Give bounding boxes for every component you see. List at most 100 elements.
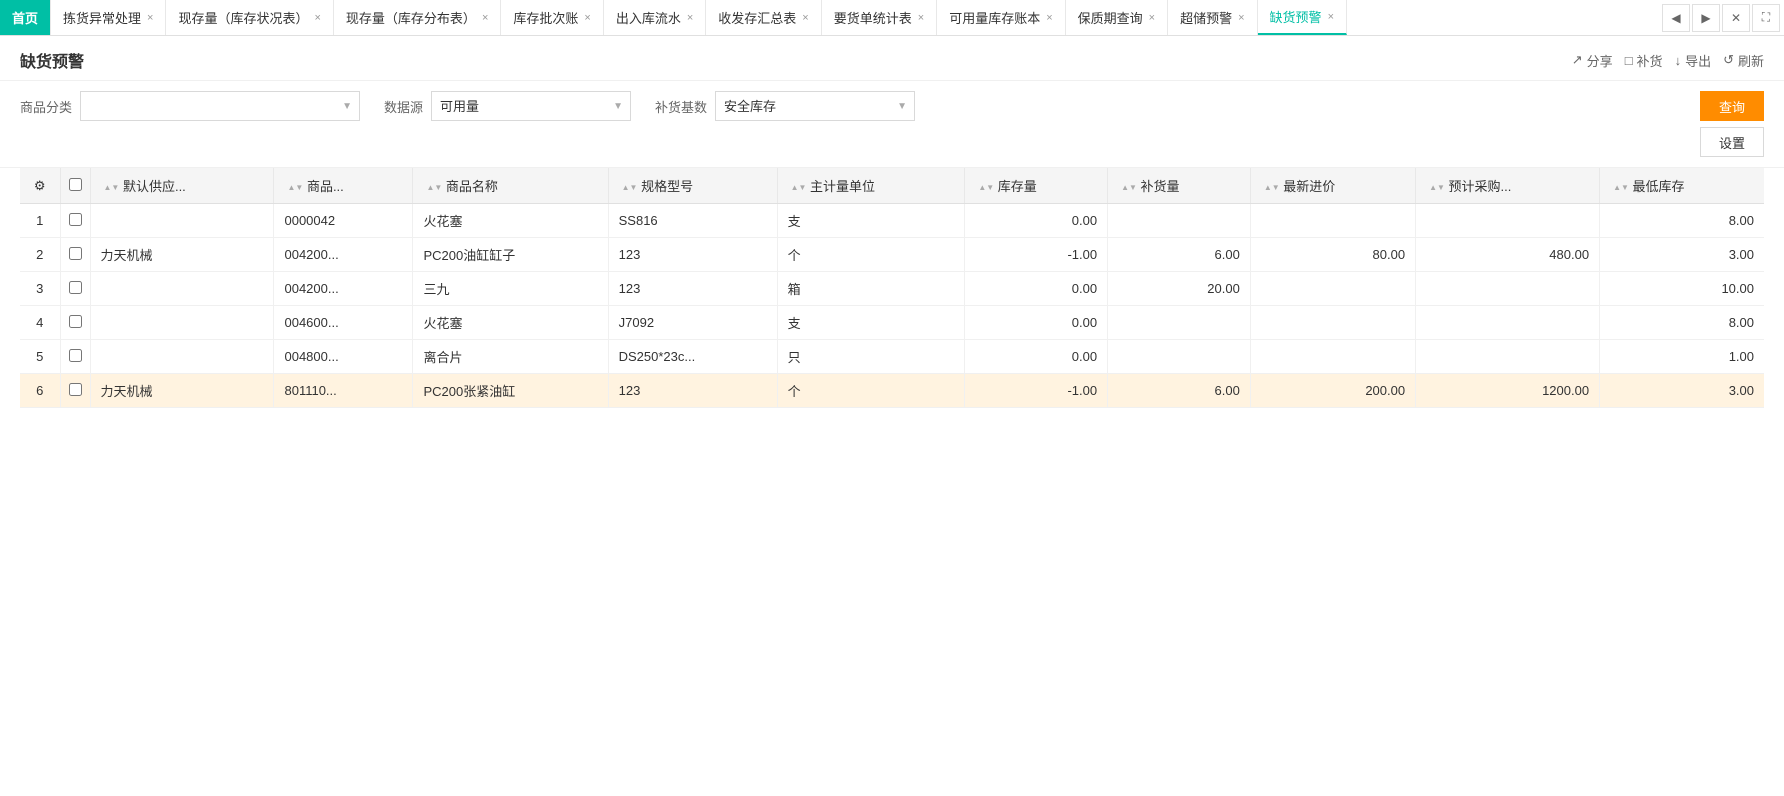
close-icon-8[interactable]: × bbox=[1149, 12, 1155, 24]
nav-tab-4[interactable]: 出入库流水× bbox=[604, 0, 706, 35]
td-row-no: 6 bbox=[20, 374, 60, 408]
close-icon-5[interactable]: × bbox=[802, 12, 808, 24]
close-icon-9[interactable]: × bbox=[1238, 12, 1244, 24]
th-gear[interactable]: ⚙ bbox=[20, 168, 60, 204]
commodity-class-select[interactable] bbox=[80, 91, 360, 121]
th-replenish-qty[interactable]: ▲▼ 补货量 bbox=[1108, 168, 1251, 204]
page-content: 缺货预警 ↗ 分享 □ 补货 ↓ 导出 ↺ 刷新 商品分类 bbox=[0, 36, 1784, 796]
nav-tab-6[interactable]: 要货单统计表× bbox=[822, 0, 937, 35]
share-btn[interactable]: ↗ 分享 bbox=[1572, 51, 1613, 70]
sort-icon-est: ▲▼ bbox=[1429, 185, 1445, 191]
td-item-name: 三九 bbox=[413, 272, 608, 306]
td-stock: 0.00 bbox=[965, 272, 1108, 306]
td-replenish-qty: 6.00 bbox=[1108, 238, 1251, 272]
td-checkbox bbox=[60, 306, 90, 340]
td-stock: -1.00 bbox=[965, 374, 1108, 408]
td-stock: -1.00 bbox=[965, 238, 1108, 272]
td-checkbox bbox=[60, 204, 90, 238]
refresh-icon: ↺ bbox=[1723, 52, 1734, 68]
td-stock: 0.00 bbox=[965, 340, 1108, 374]
nav-bar: 首页 拣货异常处理×现存量（库存状况表）×现存量（库存分布表）×库存批次账×出入… bbox=[0, 0, 1784, 36]
td-unit: 只 bbox=[777, 340, 965, 374]
nav-tab-3[interactable]: 库存批次账× bbox=[501, 0, 603, 35]
gear-icon-th[interactable]: ⚙ bbox=[34, 178, 46, 193]
filter-right-btns: 查询 设置 bbox=[1700, 91, 1764, 157]
replenish-base-select[interactable]: 安全库存 bbox=[715, 91, 915, 121]
row-checkbox-2[interactable] bbox=[69, 281, 82, 294]
table-row: 2力天机械004200...PC200油缸缸子123个-1.006.0080.0… bbox=[20, 238, 1764, 272]
td-unit: 个 bbox=[777, 238, 965, 272]
nav-prev-btn[interactable]: ◀ bbox=[1662, 4, 1690, 32]
th-spec[interactable]: ▲▼ 规格型号 bbox=[608, 168, 777, 204]
close-icon-1[interactable]: × bbox=[314, 12, 320, 24]
close-icon-7[interactable]: × bbox=[1046, 12, 1052, 24]
td-checkbox bbox=[60, 340, 90, 374]
nav-tab-9[interactable]: 超储预警× bbox=[1168, 0, 1257, 35]
share-icon: ↗ bbox=[1572, 52, 1583, 68]
data-source-select[interactable]: 可用量 bbox=[431, 91, 631, 121]
td-supplier: 力天机械 bbox=[90, 238, 274, 272]
th-default-supplier[interactable]: ▲▼ 默认供应... bbox=[90, 168, 274, 204]
replenish-base-label: 补货基数 bbox=[655, 97, 707, 116]
nav-tab-5[interactable]: 收发存汇总表× bbox=[706, 0, 821, 35]
nav-next-btn[interactable]: ▶ bbox=[1692, 4, 1720, 32]
nav-tab-0[interactable]: 拣货异常处理× bbox=[51, 0, 166, 35]
table-row: 4004600...火花塞J7092支0.008.00 bbox=[20, 306, 1764, 340]
th-unit[interactable]: ▲▼ 主计量单位 bbox=[777, 168, 965, 204]
query-button[interactable]: 查询 bbox=[1700, 91, 1764, 121]
td-replenish-qty bbox=[1108, 306, 1251, 340]
close-icon-3[interactable]: × bbox=[584, 12, 590, 24]
nav-tab-7[interactable]: 可用量库存账本× bbox=[937, 0, 1065, 35]
td-row-no: 5 bbox=[20, 340, 60, 374]
td-row-no: 1 bbox=[20, 204, 60, 238]
settings-button[interactable]: 设置 bbox=[1700, 127, 1764, 157]
export-btn[interactable]: ↓ 导出 bbox=[1675, 51, 1712, 70]
table-row: 3004200...三九123箱0.0020.0010.00 bbox=[20, 272, 1764, 306]
row-checkbox-5[interactable] bbox=[69, 383, 82, 396]
th-stock[interactable]: ▲▼ 库存量 bbox=[965, 168, 1108, 204]
th-item-code[interactable]: ▲▼ 商品... bbox=[274, 168, 413, 204]
data-source-select-wrap: 可用量 ▼ bbox=[431, 91, 631, 121]
sort-icon-code: ▲▼ bbox=[287, 185, 303, 191]
main-table: ⚙ ▲▼ 默认供应... ▲▼ 商品... ▲▼ 商品 bbox=[20, 168, 1764, 408]
th-latest-price[interactable]: ▲▼ 最新进价 bbox=[1250, 168, 1415, 204]
replenish-btn[interactable]: □ 补货 bbox=[1625, 51, 1663, 70]
td-supplier bbox=[90, 306, 274, 340]
td-est-purchase bbox=[1416, 306, 1600, 340]
td-replenish-qty bbox=[1108, 340, 1251, 374]
nav-tab-8[interactable]: 保质期查询× bbox=[1066, 0, 1168, 35]
nav-tab-2[interactable]: 现存量（库存分布表）× bbox=[334, 0, 501, 35]
td-checkbox bbox=[60, 374, 90, 408]
close-icon-0[interactable]: × bbox=[147, 12, 153, 24]
th-min-stock[interactable]: ▲▼ 最低库存 bbox=[1600, 168, 1764, 204]
filter-data-source: 数据源 可用量 ▼ bbox=[384, 91, 631, 121]
nav-tab-10[interactable]: 缺货预警× bbox=[1258, 0, 1347, 35]
commodity-class-select-wrap: ▼ bbox=[80, 91, 360, 121]
filter-commodity-class: 商品分类 ▼ bbox=[20, 91, 360, 121]
td-stock: 0.00 bbox=[965, 306, 1108, 340]
replenish-base-select-wrap: 安全库存 ▼ bbox=[715, 91, 915, 121]
row-checkbox-3[interactable] bbox=[69, 315, 82, 328]
td-item-code: 0000042 bbox=[274, 204, 413, 238]
td-min-stock: 1.00 bbox=[1600, 340, 1764, 374]
th-est-purchase[interactable]: ▲▼ 预计采购... bbox=[1416, 168, 1600, 204]
select-all-checkbox[interactable] bbox=[69, 178, 82, 191]
close-icon-6[interactable]: × bbox=[918, 12, 924, 24]
td-unit: 个 bbox=[777, 374, 965, 408]
close-icon-2[interactable]: × bbox=[482, 12, 488, 24]
refresh-btn[interactable]: ↺ 刷新 bbox=[1723, 51, 1764, 70]
row-checkbox-0[interactable] bbox=[69, 213, 82, 226]
nav-controls: ◀ ▶ ✕ ⛶ bbox=[1662, 4, 1784, 32]
sort-icon-price: ▲▼ bbox=[1264, 185, 1280, 191]
close-icon-4[interactable]: × bbox=[687, 12, 693, 24]
th-item-name[interactable]: ▲▼ 商品名称 bbox=[413, 168, 608, 204]
nav-tab-1[interactable]: 现存量（库存状况表）× bbox=[166, 0, 333, 35]
nav-close-btn[interactable]: ✕ bbox=[1722, 4, 1750, 32]
td-spec: SS816 bbox=[608, 204, 777, 238]
nav-tab-home[interactable]: 首页 bbox=[0, 0, 51, 35]
page-header: 缺货预警 ↗ 分享 □ 补货 ↓ 导出 ↺ 刷新 bbox=[0, 36, 1784, 81]
row-checkbox-4[interactable] bbox=[69, 349, 82, 362]
close-icon-10[interactable]: × bbox=[1328, 11, 1334, 23]
nav-fullscreen-btn[interactable]: ⛶ bbox=[1752, 4, 1780, 32]
row-checkbox-1[interactable] bbox=[69, 247, 82, 260]
